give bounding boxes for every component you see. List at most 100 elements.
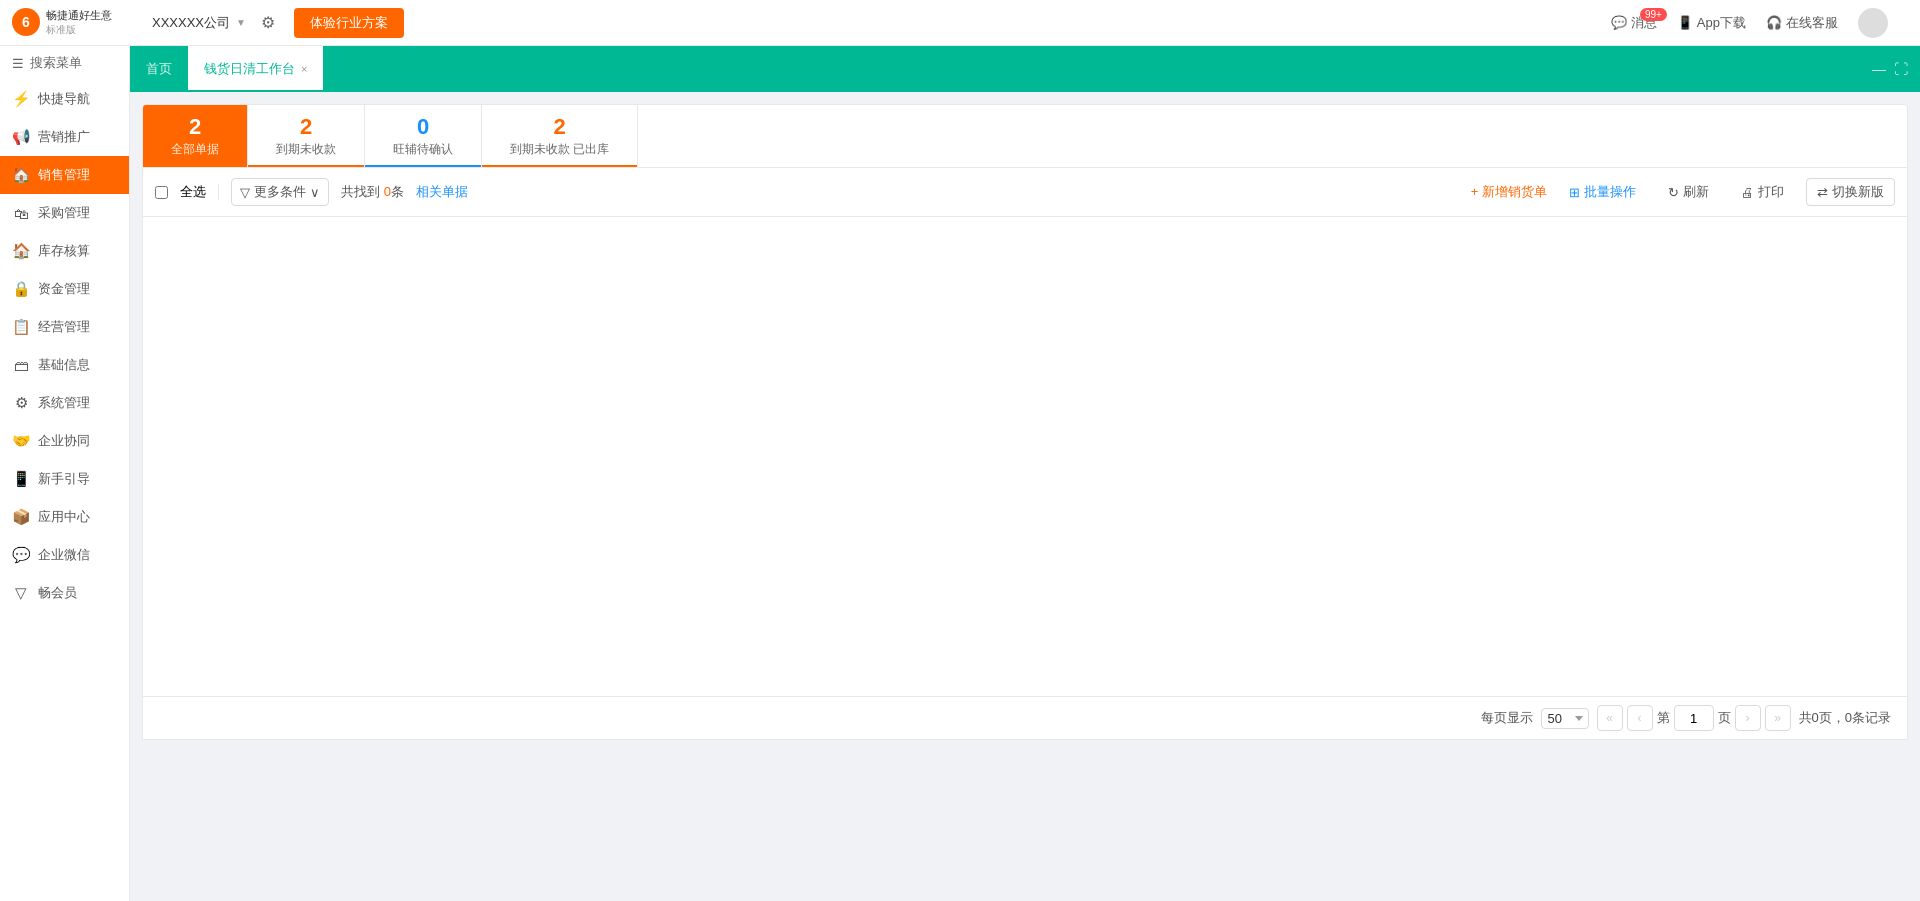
stat-tab-overdue[interactable]: 2 到期未收款 — [248, 105, 365, 167]
sidebar-item-wechat[interactable]: 💬 企业微信 — [0, 536, 129, 574]
guide-icon: 📱 — [12, 470, 30, 488]
sidebar-item-marketing[interactable]: 📢 营销推广 — [0, 118, 129, 156]
stats-bar: 2 全部单据 2 到期未收款 0 旺辅待确认 2 到期未收款 已出库 — [142, 104, 1908, 168]
message-button[interactable]: 💬 消息 99+ — [1611, 14, 1657, 32]
trial-button[interactable]: 体验行业方案 — [294, 8, 404, 38]
sidebar-item-cooperation[interactable]: 🤝 企业协同 — [0, 422, 129, 460]
select-all-label: 全选 — [180, 183, 206, 201]
minimize-icon[interactable]: — — [1872, 61, 1886, 77]
stat-count-pending: 0 — [417, 114, 429, 140]
download-icon: 📱 — [1677, 15, 1693, 30]
finance-icon: 🔒 — [12, 280, 30, 298]
online-service-button[interactable]: 🎧 在线客服 — [1766, 14, 1838, 32]
tab-close-icon[interactable]: × — [301, 63, 307, 75]
top-bar: 6 畅捷通好生意 标准版 XXXXXX公司 ▼ ⚙ 体验行业方案 💬 消息 99… — [0, 0, 1920, 46]
wechat-icon: 💬 — [12, 546, 30, 564]
sidebar-search[interactable]: ☰ 搜索菜单 — [0, 46, 129, 80]
app-download-button[interactable]: 📱 App下载 — [1677, 14, 1746, 32]
app-title: 畅捷通好生意 — [46, 8, 112, 22]
operation-icon: 📋 — [12, 318, 30, 336]
sidebar-item-finance[interactable]: 🔒 资金管理 — [0, 270, 129, 308]
sidebar: ☰ 搜索菜单 ⚡ 快捷导航 📢 营销推广 🏠 销售管理 🛍 采购管理 🏠 库存核… — [0, 0, 130, 901]
last-page-button[interactable]: » — [1765, 705, 1791, 731]
tab-bar-right: — ⛶ — [1872, 61, 1920, 77]
tab-bar: 首页 钱货日清工作台 × — ⛶ — [130, 46, 1920, 92]
stat-label-pending: 旺辅待确认 — [393, 141, 453, 158]
new-sales-button[interactable]: + 新增销货单 — [1471, 183, 1547, 201]
sales-icon: 🏠 — [12, 166, 30, 184]
tab-underline-pending — [365, 165, 481, 167]
basic-icon: 🗃 — [12, 357, 30, 374]
page-text-suffix: 页 — [1718, 709, 1731, 727]
select-all-checkbox[interactable] — [155, 186, 168, 199]
per-page-select[interactable]: 50 10 20 100 — [1541, 708, 1589, 729]
sidebar-item-guide[interactable]: 📱 新手引导 — [0, 460, 129, 498]
stat-label-all: 全部单据 — [171, 141, 219, 158]
logo-area: 6 畅捷通好生意 标准版 — [12, 8, 142, 36]
sidebar-item-quick-nav[interactable]: ⚡ 快捷导航 — [0, 80, 129, 118]
batch-ops-button[interactable]: ⊞ 批量操作 — [1559, 179, 1646, 205]
stat-label-overdue-shipped: 到期未收款 已出库 — [510, 141, 609, 158]
top-right-area: 💬 消息 99+ 📱 App下载 🎧 在线客服 — [1611, 8, 1908, 38]
tab-workbench[interactable]: 钱货日清工作台 × — [188, 46, 323, 92]
message-badge: 99+ — [1640, 8, 1667, 21]
prev-page-button[interactable]: ‹ — [1627, 705, 1653, 731]
maximize-icon[interactable]: ⛶ — [1894, 61, 1908, 77]
stat-count-overdue: 2 — [300, 114, 312, 140]
stat-count-all: 2 — [189, 114, 201, 140]
more-filters-button[interactable]: ▽ 更多条件 ∨ — [231, 178, 329, 206]
apps-icon: 📦 — [12, 508, 30, 526]
page-nav: « ‹ 第 页 › » — [1597, 705, 1791, 731]
marketing-icon: 📢 — [12, 128, 30, 146]
sidebar-item-system[interactable]: ⚙ 系统管理 — [0, 384, 129, 422]
page-text-prefix: 第 — [1657, 709, 1670, 727]
system-icon: ⚙ — [12, 394, 30, 412]
search-icon: ☰ — [12, 56, 24, 71]
first-page-button[interactable]: « — [1597, 705, 1623, 731]
inventory-icon: 🏠 — [12, 242, 30, 260]
switch-version-button[interactable]: ⇄ 切换新版 — [1806, 178, 1895, 206]
logo-icon: 6 — [12, 8, 40, 36]
page-input[interactable] — [1674, 705, 1714, 731]
stat-count-overdue-shipped: 2 — [554, 114, 566, 140]
sidebar-item-operation[interactable]: 📋 经营管理 — [0, 308, 129, 346]
switch-icon: ⇄ — [1817, 185, 1828, 200]
total-text: 共0页，0条记录 — [1799, 709, 1891, 727]
table-area — [142, 217, 1908, 697]
app-subtitle: 标准版 — [46, 23, 112, 37]
refresh-icon: ↻ — [1668, 185, 1679, 200]
cooperation-icon: 🤝 — [12, 432, 30, 450]
sidebar-item-sales[interactable]: 🏠 销售管理 — [0, 156, 129, 194]
settings-button[interactable]: ⚙ — [254, 9, 282, 37]
tab-home[interactable]: 首页 — [130, 46, 188, 92]
main-content: 2 全部单据 2 到期未收款 0 旺辅待确认 2 到期未收款 已出库 全选 ▽ … — [130, 92, 1920, 901]
chevron-icon: ∨ — [310, 185, 320, 200]
company-name: XXXXXX公司 — [152, 14, 230, 32]
pagination-bar: 每页显示 50 10 20 100 « ‹ 第 页 › » 共0页，0条记录 — [142, 697, 1908, 740]
chevron-down-icon: ▼ — [236, 17, 246, 28]
sidebar-item-inventory[interactable]: 🏠 库存核算 — [0, 232, 129, 270]
toolbar-divider-1 — [218, 184, 219, 200]
stat-tab-pending[interactable]: 0 旺辅待确认 — [365, 105, 482, 167]
sidebar-item-basic[interactable]: 🗃 基础信息 — [0, 346, 129, 384]
message-icon: 💬 — [1611, 15, 1627, 30]
batch-icon: ⊞ — [1569, 185, 1580, 200]
print-icon: 🖨 — [1741, 185, 1754, 200]
related-link[interactable]: 相关单据 — [416, 183, 468, 201]
stat-label-overdue: 到期未收款 — [276, 141, 336, 158]
company-selector[interactable]: XXXXXX公司 ▼ — [152, 14, 246, 32]
filter-icon: ▽ — [240, 185, 250, 200]
found-count: 0 — [384, 184, 391, 199]
sidebar-item-purchase[interactable]: 🛍 采购管理 — [0, 194, 129, 232]
tab-underline-overdue-shipped — [482, 165, 637, 167]
sidebar-item-member[interactable]: ▽ 畅会员 — [0, 574, 129, 612]
stat-tab-overdue-shipped[interactable]: 2 到期未收款 已出库 — [482, 105, 638, 167]
stat-tab-all[interactable]: 2 全部单据 — [143, 105, 248, 167]
print-button[interactable]: 🖨 打印 — [1731, 179, 1794, 205]
next-page-button[interactable]: › — [1735, 705, 1761, 731]
tab-underline-overdue — [248, 165, 364, 167]
refresh-button[interactable]: ↻ 刷新 — [1658, 179, 1719, 205]
avatar[interactable] — [1858, 8, 1888, 38]
toolbar: 全选 ▽ 更多条件 ∨ 共找到 0条 相关单据 + 新增销货单 ⊞ 批量操作 ↻… — [142, 168, 1908, 217]
sidebar-item-apps[interactable]: 📦 应用中心 — [0, 498, 129, 536]
